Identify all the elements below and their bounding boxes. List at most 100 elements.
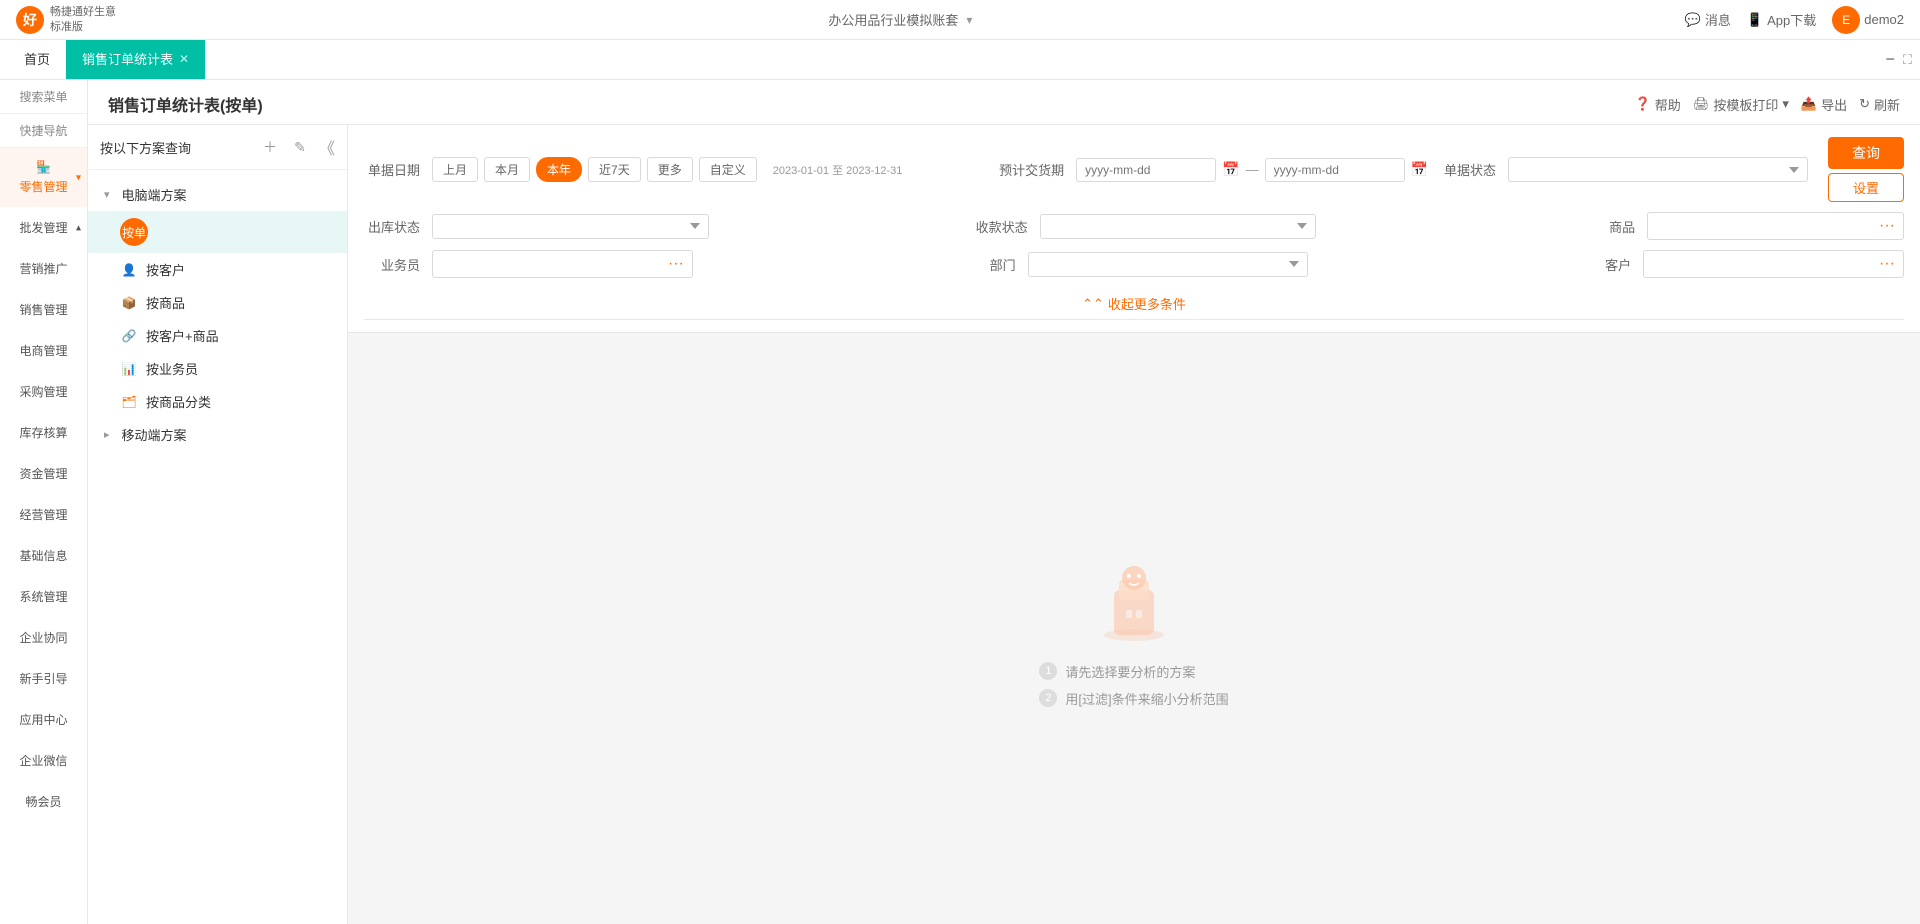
sidebar-item-newuser[interactable]: 新手引导 xyxy=(0,658,87,699)
payment-status-label: 收款状态 xyxy=(972,217,1028,236)
expected-date-label: 预计交货期 xyxy=(999,160,1064,179)
customer-input[interactable] xyxy=(1652,257,1879,272)
date-btn-this-month[interactable]: 本月 xyxy=(484,157,530,182)
expected-date-start-input[interactable] xyxy=(1076,158,1216,182)
department-label: 部门 xyxy=(960,255,1016,274)
goods-ellipsis-btn[interactable]: ··· xyxy=(1879,217,1895,235)
minimize-icon[interactable]: 🗕 xyxy=(1886,49,1895,71)
sidebar-item-quicknav[interactable]: 快捷导航 xyxy=(0,114,87,148)
expand-arrow-mobile: ▸ xyxy=(104,428,110,441)
company-dropdown-icon[interactable]: ▾ xyxy=(966,13,972,27)
help-btn[interactable]: ❓ 帮助 xyxy=(1635,95,1681,114)
mobile-group-label: 移动端方案 xyxy=(122,425,187,444)
tab-sales-stat[interactable]: 销售订单统计表 ✕ xyxy=(66,40,205,79)
query-button[interactable]: 查询 xyxy=(1828,137,1904,169)
sidebar-item-inventory[interactable]: 库存核算 xyxy=(0,412,87,453)
collapse-more-btn[interactable]: ⌃⌃ 收起更多条件 xyxy=(1082,294,1186,313)
chart-icon: 📊 xyxy=(120,360,138,378)
filter-row-1: 单据日期 上月 本月 本年 近7天 更多 自定义 2023-01-01 至 20… xyxy=(364,137,1904,202)
expand-arrow-pc: ▾ xyxy=(104,188,110,201)
calendar-end-icon[interactable]: 📅 xyxy=(1411,161,1428,178)
date-label: 单据日期 xyxy=(364,160,420,179)
customer-ellipsis-btn[interactable]: ··· xyxy=(1879,255,1895,273)
tab-home[interactable]: 首页 xyxy=(8,40,66,79)
tree-item-by-customer[interactable]: 👤 按客户 xyxy=(88,253,347,286)
sidebar-item-basic[interactable]: 基础信息 xyxy=(0,535,87,576)
sidebar-item-purchase[interactable]: 采购管理 xyxy=(0,371,87,412)
topbar: 好 畅捷通好生意 标准版 办公用品行业模拟账套 ▾ 💬 消息 📱 App下载 E… xyxy=(0,0,1920,40)
sidebar-item-sales-mgmt[interactable]: 销售管理 xyxy=(0,289,87,330)
hint-num-1: 1 xyxy=(1039,662,1057,680)
pc-group-label: 电脑端方案 xyxy=(122,185,187,204)
tree-group-pc[interactable]: ▾ 电脑端方案 xyxy=(88,178,347,211)
goods-icon: 📦 xyxy=(120,294,138,312)
sidebar-item-retail[interactable]: 🏪 零售管理 ▾ xyxy=(0,148,87,207)
settings-button[interactable]: 设置 xyxy=(1828,173,1904,202)
sidebar-item-enterprise[interactable]: 企业协同 xyxy=(0,617,87,658)
date-btn-last-month[interactable]: 上月 xyxy=(432,157,478,182)
edit-plan-btn[interactable]: ✎ xyxy=(289,136,311,158)
doc-status-select[interactable] xyxy=(1508,157,1808,182)
sidebar-item-appcenter[interactable]: 应用中心 xyxy=(0,699,87,740)
maximize-icon[interactable]: ⛶ xyxy=(1903,52,1912,68)
empty-hint-2: 2 用[过滤]条件来缩小分析范围 xyxy=(1039,689,1228,708)
tree-item-by-salesperson[interactable]: 📊 按业务员 xyxy=(88,352,347,385)
help-icon: ❓ xyxy=(1635,96,1651,112)
app-download-btn[interactable]: 📱 App下载 xyxy=(1747,10,1816,29)
sidebar-item-wechat[interactable]: 企业微信 xyxy=(0,740,87,781)
export-icon: 📤 xyxy=(1801,96,1817,112)
salesperson-ellipsis-btn[interactable]: ··· xyxy=(668,255,684,273)
delivery-status-select[interactable] xyxy=(432,214,709,239)
message-btn[interactable]: 💬 消息 xyxy=(1685,10,1731,29)
sidebar-item-search[interactable]: 搜索菜单 xyxy=(0,80,87,114)
date-btn-custom[interactable]: 自定义 xyxy=(699,157,757,182)
add-plan-btn[interactable]: ＋ xyxy=(259,136,281,158)
expected-date-group: 📅 — 📅 xyxy=(1076,158,1428,182)
goods-input[interactable] xyxy=(1656,219,1879,234)
sidebar-item-wholesale[interactable]: 批发管理 ▴ xyxy=(0,207,87,248)
sidebar-item-marketing[interactable]: 营销推广 xyxy=(0,248,87,289)
filter-section: 单据日期 上月 本月 本年 近7天 更多 自定义 2023-01-01 至 20… xyxy=(348,125,1920,333)
expected-date-end-input[interactable] xyxy=(1265,158,1405,182)
payment-status-select[interactable] xyxy=(1040,214,1317,239)
print-btn[interactable]: 🖨 按模板打印 ▾ xyxy=(1693,95,1789,114)
sidebar-item-ecommerce[interactable]: 电商管理 xyxy=(0,330,87,371)
empty-illustration xyxy=(1084,550,1184,650)
doc-status-label: 单据状态 xyxy=(1440,160,1496,179)
customer-label: 客户 xyxy=(1575,255,1631,274)
date-range-display: 2023-01-01 至 2023-12-31 xyxy=(773,162,903,178)
panel-layout: 按以下方案查询 ＋ ✎ 《 ▾ 电脑端方案 按单 xyxy=(88,125,1920,924)
sidebar-item-member[interactable]: 畅会员 xyxy=(0,781,87,822)
tree-item-by-goods[interactable]: 📦 按商品 xyxy=(88,286,347,319)
company-selector[interactable]: 办公用品行业模拟账套 ▾ xyxy=(828,10,972,29)
user-menu[interactable]: E demo2 xyxy=(1832,6,1904,34)
sidebar-item-system[interactable]: 系统管理 xyxy=(0,576,87,617)
empty-state: 1 请先选择要分析的方案 2 用[过滤]条件来缩小分析范围 xyxy=(348,333,1920,924)
date-btn-more[interactable]: 更多 xyxy=(647,157,693,182)
tree-item-by-single[interactable]: 按单 xyxy=(88,211,347,253)
tree-item-by-goods-category[interactable]: 🗂 按商品分类 xyxy=(88,385,347,418)
print-dropdown-icon: ▾ xyxy=(1782,96,1789,112)
combo-icon: 🔗 xyxy=(120,327,138,345)
salesperson-input[interactable] xyxy=(441,257,668,272)
sidebar-item-finance[interactable]: 资金管理 xyxy=(0,453,87,494)
department-select[interactable] xyxy=(1028,252,1309,277)
collapse-panel-btn[interactable]: 《 xyxy=(319,135,335,159)
message-icon: 💬 xyxy=(1685,12,1701,28)
refresh-btn[interactable]: ↻ 刷新 xyxy=(1859,95,1900,114)
wholesale-arrow: ▴ xyxy=(76,222,81,233)
avatar: E xyxy=(1832,6,1860,34)
left-panel-title: 按以下方案查询 xyxy=(100,138,191,157)
download-icon: 📱 xyxy=(1747,12,1763,28)
date-btn-this-year[interactable]: 本年 xyxy=(536,157,582,182)
tree-group-mobile[interactable]: ▸ 移动端方案 xyxy=(88,418,347,451)
tree-item-by-customer-goods[interactable]: 🔗 按客户+商品 xyxy=(88,319,347,352)
calendar-start-icon[interactable]: 📅 xyxy=(1222,161,1239,178)
left-panel: 按以下方案查询 ＋ ✎ 《 ▾ 电脑端方案 按单 xyxy=(88,125,348,924)
tab-close-icon[interactable]: ✕ xyxy=(179,52,189,66)
goods-label: 商品 xyxy=(1579,217,1635,236)
topbar-left: 好 畅捷通好生意 标准版 xyxy=(16,5,116,34)
export-btn[interactable]: 📤 导出 xyxy=(1801,95,1847,114)
date-btn-7days[interactable]: 近7天 xyxy=(588,157,641,182)
sidebar-item-operations[interactable]: 经营管理 xyxy=(0,494,87,535)
